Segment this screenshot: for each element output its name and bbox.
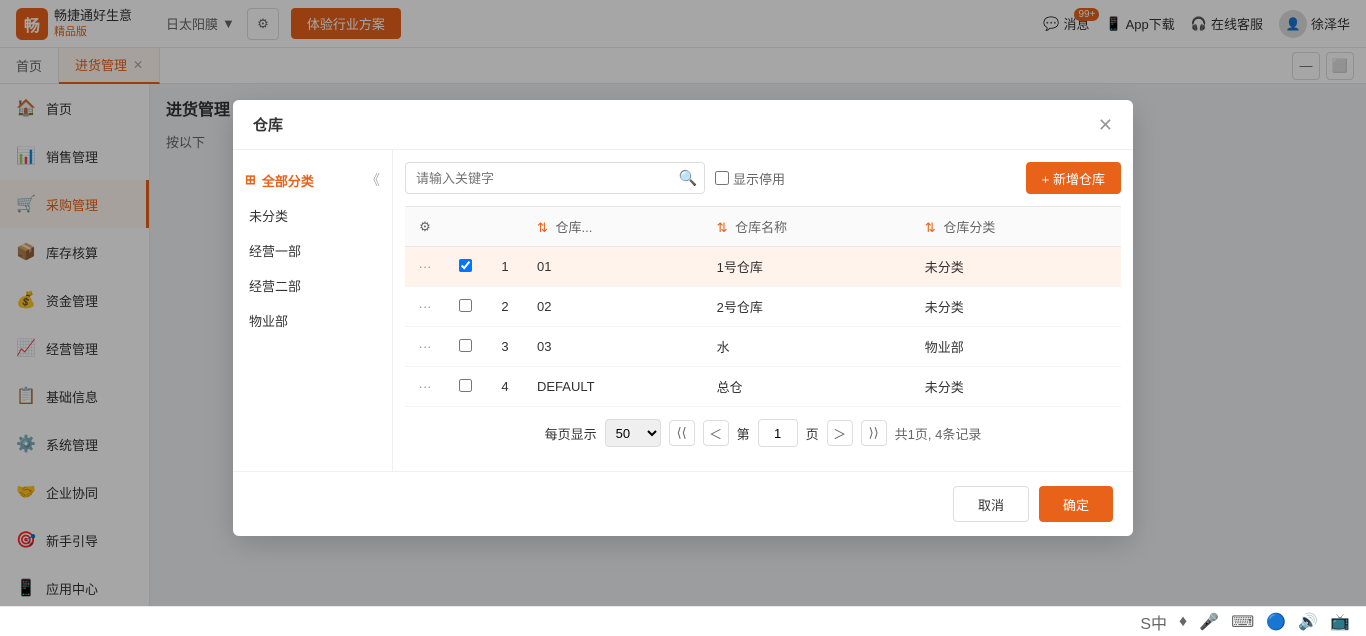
row-num: 1	[485, 247, 525, 287]
row-actions[interactable]: ···	[405, 367, 445, 407]
table-toolbar: 🔍 显示停用 + 新增仓库	[405, 162, 1121, 194]
row-checkbox[interactable]	[445, 287, 485, 327]
row-code: 02	[525, 287, 705, 327]
col-header-checkbox	[445, 207, 485, 247]
category-item-dept2[interactable]: 经营二部	[233, 268, 392, 303]
dialog-close-button[interactable]: ✕	[1098, 116, 1113, 134]
table-panel: 🔍 显示停用 + 新增仓库 ⚙	[393, 150, 1133, 471]
row-category: 未分类	[913, 247, 1121, 287]
statusbar-network-icon: 🔵	[1266, 612, 1286, 632]
next-page-button[interactable]: ＞	[827, 420, 853, 446]
pagination: 每页显示 50 10 20 100 ⟨⟨ ＜ 第 页 ＞ ⟩⟩ 共1页, 4条记…	[405, 407, 1121, 459]
page-input[interactable]	[758, 419, 798, 447]
statusbar-mic-icon[interactable]: 🎤	[1199, 612, 1219, 632]
sort-icon-category: ⇅	[925, 220, 936, 235]
sort-icon-code: ⇅	[537, 220, 548, 235]
search-input[interactable]	[406, 171, 672, 186]
row-num: 2	[485, 287, 525, 327]
statusbar-volume-icon[interactable]: 🔊	[1298, 612, 1318, 632]
col-header-num	[485, 207, 525, 247]
statusbar-diamond-icon: ♦	[1179, 613, 1187, 631]
category-item-dept1[interactable]: 经营一部	[233, 233, 392, 268]
add-warehouse-button[interactable]: + 新增仓库	[1026, 162, 1121, 194]
col-header-code[interactable]: ⇅ 仓库...	[525, 207, 705, 247]
category-item-property[interactable]: 物业部	[233, 303, 392, 338]
first-page-button[interactable]: ⟨⟨	[669, 420, 695, 446]
cancel-button[interactable]: 取消	[953, 486, 1029, 522]
category-item-uncategorized[interactable]: 未分类	[233, 198, 392, 233]
row-name: 水	[705, 327, 913, 367]
row-code: 03	[525, 327, 705, 367]
row-actions[interactable]: ···	[405, 327, 445, 367]
warehouse-dialog: 仓库 ✕ ⊞ 全部分类 《 未分类 经营一部 经营二部 物业部	[233, 100, 1133, 536]
col-header-gear: ⚙	[405, 207, 445, 247]
statusbar-s-icon[interactable]: S中	[1140, 610, 1167, 634]
row-num: 3	[485, 327, 525, 367]
col-header-category[interactable]: ⇅ 仓库分类	[913, 207, 1121, 247]
sort-icon-name: ⇅	[717, 220, 728, 235]
dialog-footer: 取消 确定	[233, 471, 1133, 536]
row-category: 未分类	[913, 367, 1121, 407]
row-checkbox[interactable]	[445, 247, 485, 287]
table-row[interactable]: ··· 1 01 1号仓库 未分类	[405, 247, 1121, 287]
per-page-label: 每页显示	[545, 424, 597, 443]
row-name: 1号仓库	[705, 247, 913, 287]
page-unit: 页	[806, 424, 819, 443]
table-row[interactable]: ··· 2 02 2号仓库 未分类	[405, 287, 1121, 327]
dialog-title: 仓库	[253, 114, 283, 135]
search-box: 🔍	[405, 162, 705, 194]
row-code: 01	[525, 247, 705, 287]
dialog-overlay: 仓库 ✕ ⊞ 全部分类 《 未分类 经营一部 经营二部 物业部	[0, 0, 1366, 636]
row-actions[interactable]: ···	[405, 247, 445, 287]
statusbar-keyboard-icon[interactable]: ⌨	[1231, 612, 1254, 632]
collapse-icon[interactable]: 《	[366, 170, 380, 190]
category-header[interactable]: ⊞ 全部分类 《	[233, 162, 392, 198]
show-disabled-label[interactable]: 显示停用	[715, 169, 785, 188]
last-page-button[interactable]: ⟩⟩	[861, 420, 887, 446]
category-panel: ⊞ 全部分类 《 未分类 经营一部 经营二部 物业部	[233, 150, 393, 471]
statusbar-display-icon[interactable]: 📺	[1330, 612, 1350, 632]
page-label: 第	[737, 424, 750, 443]
status-bar: S中 ♦ 🎤 ⌨ 🔵 🔊 📺	[0, 606, 1366, 636]
row-category: 物业部	[913, 327, 1121, 367]
total-info: 共1页, 4条记录	[895, 424, 982, 443]
dialog-header: 仓库 ✕	[233, 100, 1133, 150]
table-row[interactable]: ··· 3 03 水 物业部	[405, 327, 1121, 367]
table-row[interactable]: ··· 4 DEFAULT 总仓 未分类	[405, 367, 1121, 407]
col-header-name[interactable]: ⇅ 仓库名称	[705, 207, 913, 247]
row-category: 未分类	[913, 287, 1121, 327]
row-name: 2号仓库	[705, 287, 913, 327]
row-name: 总仓	[705, 367, 913, 407]
dialog-body: ⊞ 全部分类 《 未分类 经营一部 经营二部 物业部 🔍	[233, 150, 1133, 471]
row-actions[interactable]: ···	[405, 287, 445, 327]
show-disabled-checkbox[interactable]	[715, 171, 729, 185]
prev-page-button[interactable]: ＜	[703, 420, 729, 446]
all-category: ⊞ 全部分类	[245, 171, 314, 190]
row-code: DEFAULT	[525, 367, 705, 407]
row-num: 4	[485, 367, 525, 407]
search-button[interactable]: 🔍	[672, 162, 704, 194]
per-page-select[interactable]: 50 10 20 100	[605, 419, 661, 447]
warehouse-table: ⚙ ⇅ 仓库... ⇅ 仓库名称	[405, 206, 1121, 407]
confirm-button[interactable]: 确定	[1039, 486, 1113, 522]
row-checkbox[interactable]	[445, 367, 485, 407]
row-checkbox[interactable]	[445, 327, 485, 367]
